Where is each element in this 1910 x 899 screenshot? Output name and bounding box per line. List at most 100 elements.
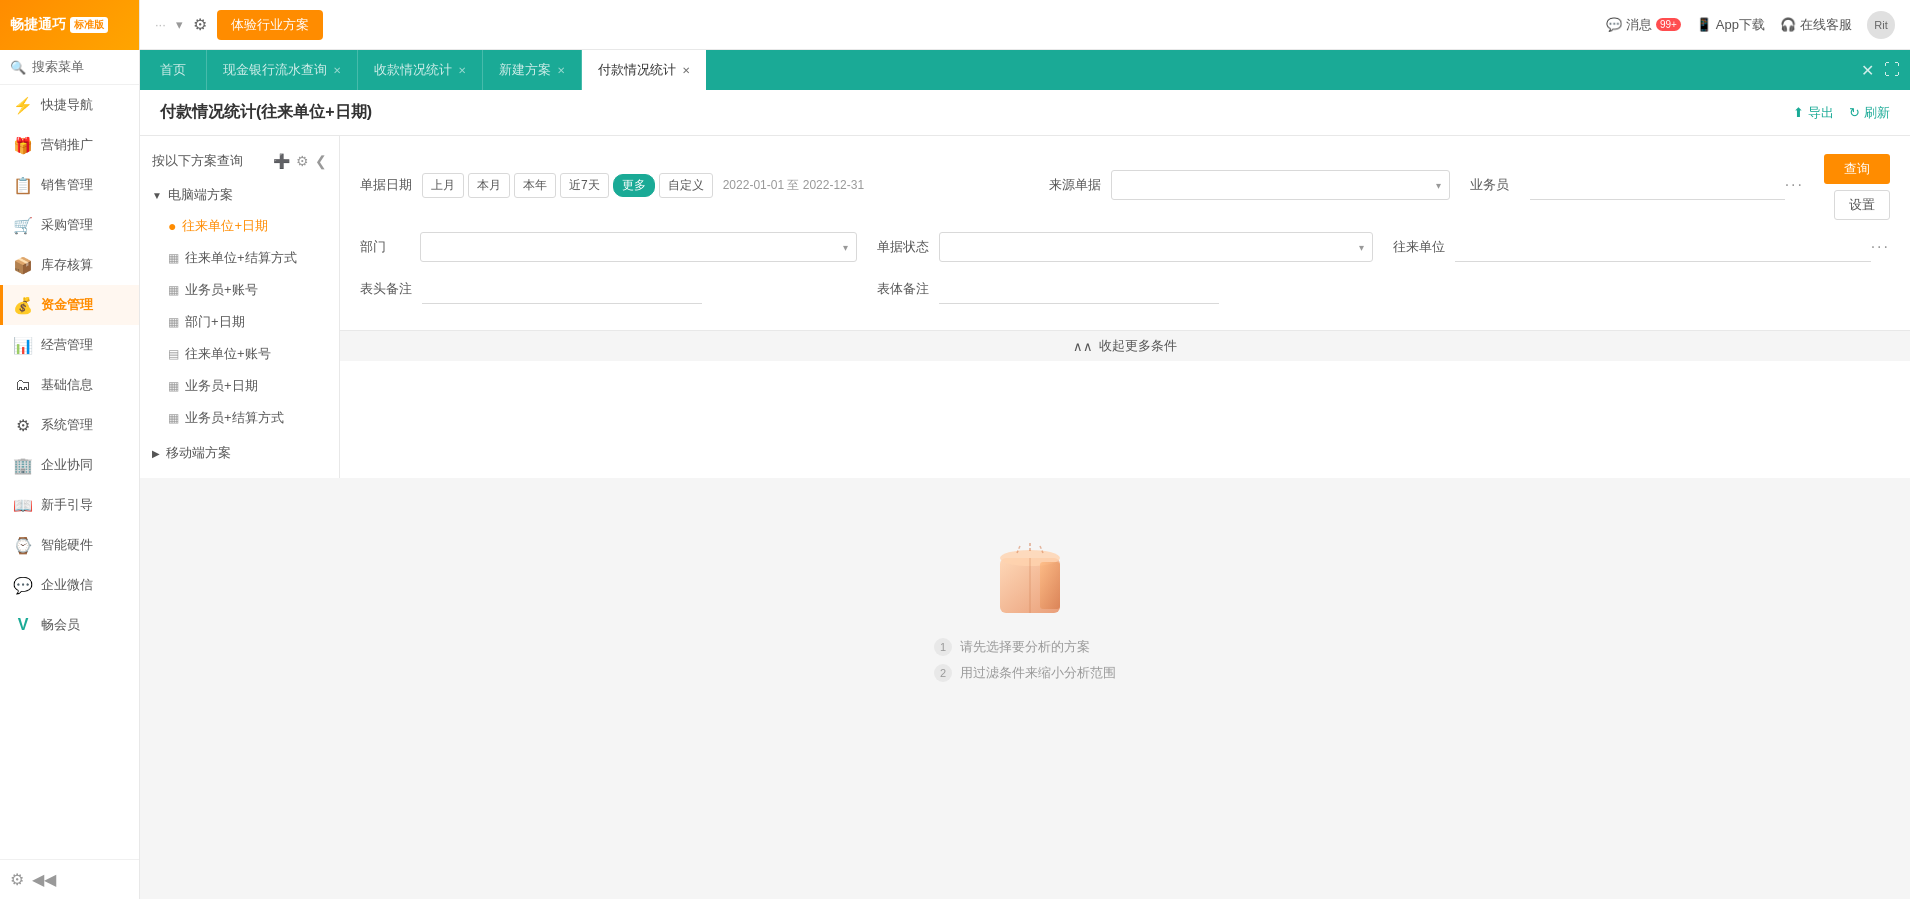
tab-bank-flow-label: 现金银行流水查询 bbox=[223, 61, 327, 79]
chevron-down-icon[interactable]: ▾ bbox=[176, 17, 183, 32]
tab-new-scheme[interactable]: 新建方案 ✕ bbox=[483, 50, 582, 90]
sidebar-search[interactable]: 🔍 搜索菜单 bbox=[0, 50, 139, 85]
staff-input[interactable] bbox=[1530, 170, 1785, 200]
related-unit-label: 往来单位 bbox=[1393, 238, 1445, 256]
staff-more-btn[interactable]: ··· bbox=[1785, 176, 1804, 194]
filter-panel: 按以下方案查询 ➕ ⚙ ❮ ▼ 电脑端方案 ● 往来单位+日期 bbox=[140, 136, 1910, 478]
sidebar-item-sales[interactable]: 📋 销售管理 bbox=[0, 165, 139, 205]
sidebar-item-label: 基础信息 bbox=[41, 376, 93, 394]
scheme-item-label: 部门+日期 bbox=[185, 313, 245, 331]
scheme-item-dept-date[interactable]: ▦ 部门+日期 bbox=[140, 306, 339, 338]
scheme-item-staff-payment[interactable]: ▦ 业务员+结算方式 bbox=[140, 402, 339, 434]
tab-income-stat[interactable]: 收款情况统计 ✕ bbox=[358, 50, 483, 90]
scheme-group-mobile-header[interactable]: ▶ 移动端方案 bbox=[140, 438, 339, 468]
custom-date-btn[interactable]: 自定义 bbox=[659, 173, 713, 198]
scheme-group-mobile: ▶ 移动端方案 bbox=[140, 438, 339, 468]
source-select-arrow: ▾ bbox=[1436, 180, 1441, 191]
close-all-tabs-icon[interactable]: ✕ bbox=[1861, 61, 1874, 80]
sidebar-item-operations[interactable]: 📊 经营管理 bbox=[0, 325, 139, 365]
related-unit-more-btn[interactable]: ··· bbox=[1871, 238, 1890, 256]
dept-select[interactable]: ▾ bbox=[420, 232, 857, 262]
scheme-table-icon: ▦ bbox=[168, 315, 179, 329]
sidebar-item-basic[interactable]: 🗂 基础信息 bbox=[0, 365, 139, 405]
export-label: 导出 bbox=[1808, 104, 1834, 122]
scheme-table-icon: ▦ bbox=[168, 379, 179, 393]
sidebar-item-purchase[interactable]: 🛒 采购管理 bbox=[0, 205, 139, 245]
sidebar-item-hardware[interactable]: ⌚ 智能硬件 bbox=[0, 525, 139, 565]
trial-button[interactable]: 体验行业方案 bbox=[217, 10, 323, 40]
related-unit-input[interactable] bbox=[1455, 232, 1870, 262]
body-note-input[interactable] bbox=[939, 274, 1219, 304]
refresh-label: 刷新 bbox=[1864, 104, 1890, 122]
hardware-icon: ⌚ bbox=[13, 535, 33, 555]
sidebar-item-vip[interactable]: V 畅会员 bbox=[0, 605, 139, 645]
this-year-btn[interactable]: 本年 bbox=[514, 173, 556, 198]
scheme-item-unit-payment[interactable]: ▦ 往来单位+结算方式 bbox=[140, 242, 339, 274]
settings-bottom-icon[interactable]: ⚙ bbox=[10, 870, 24, 889]
collapse-scheme-icon[interactable]: ❮ bbox=[315, 153, 327, 169]
marketing-icon: 🎁 bbox=[13, 135, 33, 155]
hint-label-2: 用过滤条件来缩小分析范围 bbox=[960, 664, 1116, 682]
sidebar-item-inventory[interactable]: 📦 库存核算 bbox=[0, 245, 139, 285]
refresh-button[interactable]: ↻ 刷新 bbox=[1849, 104, 1890, 122]
scheme-item-staff-date[interactable]: ▦ 业务员+日期 bbox=[140, 370, 339, 402]
sidebar-item-label: 快捷导航 bbox=[41, 96, 93, 114]
header-note-input[interactable] bbox=[422, 274, 702, 304]
desktop-group-arrow: ▼ bbox=[152, 190, 162, 201]
last-month-btn[interactable]: 上月 bbox=[422, 173, 464, 198]
tab-bank-flow[interactable]: 现金银行流水查询 ✕ bbox=[207, 50, 358, 90]
sidebar-logo: 畅捷通巧 标准版 bbox=[0, 0, 139, 50]
header-settings-icon[interactable]: ⚙ bbox=[193, 15, 207, 34]
sidebar-item-label: 新手引导 bbox=[41, 496, 93, 514]
user-avatar[interactable]: Rit bbox=[1867, 11, 1895, 39]
tab-new-scheme-close-icon[interactable]: ✕ bbox=[557, 65, 565, 76]
last7days-btn[interactable]: 近7天 bbox=[560, 173, 609, 198]
tab-payment-stat-close-icon[interactable]: ✕ bbox=[682, 65, 690, 76]
scheme-item-staff-account[interactable]: ▦ 业务员+账号 bbox=[140, 274, 339, 306]
message-icon: 💬 bbox=[1606, 17, 1622, 32]
sidebar-item-label: 畅会员 bbox=[41, 616, 80, 634]
page-title: 付款情况统计(往来单位+日期) bbox=[160, 102, 372, 123]
app-download-label: App下载 bbox=[1716, 16, 1765, 34]
scheme-item-unit-account[interactable]: ▤ 往来单位+账号 bbox=[140, 338, 339, 370]
sidebar-item-system[interactable]: ⚙ 系统管理 bbox=[0, 405, 139, 445]
tab-income-stat-close-icon[interactable]: ✕ bbox=[458, 65, 466, 76]
sidebar-item-guide[interactable]: 📖 新手引导 bbox=[0, 485, 139, 525]
source-label: 来源单据 bbox=[1049, 176, 1101, 194]
page-header-actions: ⬆ 导出 ↻ 刷新 bbox=[1793, 104, 1890, 122]
voucher-status-select[interactable]: ▾ bbox=[939, 232, 1374, 262]
query-button[interactable]: 查询 bbox=[1824, 154, 1890, 184]
scheme-table-icon: ▦ bbox=[168, 411, 179, 425]
sidebar-item-label: 经营管理 bbox=[41, 336, 93, 354]
online-service-item[interactable]: 🎧 在线客服 bbox=[1780, 16, 1852, 34]
notifications-item[interactable]: 💬 消息 99+ bbox=[1606, 16, 1681, 34]
collapse-sidebar-icon[interactable]: ◀◀ bbox=[32, 870, 56, 889]
desktop-group-label: 电脑端方案 bbox=[168, 186, 233, 204]
tab-home[interactable]: 首页 bbox=[140, 50, 207, 90]
sidebar-item-quick-nav[interactable]: ⚡ 快捷导航 bbox=[0, 85, 139, 125]
dept-label: 部门 bbox=[360, 238, 410, 256]
tab-payment-stat[interactable]: 付款情况统计 ✕ bbox=[582, 50, 706, 90]
settings-button[interactable]: 设置 bbox=[1834, 190, 1890, 220]
sidebar-item-wechat[interactable]: 💬 企业微信 bbox=[0, 565, 139, 605]
tab-bank-flow-close-icon[interactable]: ✕ bbox=[333, 65, 341, 76]
header-breadcrumb: ··· bbox=[155, 17, 166, 32]
refresh-icon: ↻ bbox=[1849, 105, 1860, 120]
this-month-btn[interactable]: 本月 bbox=[468, 173, 510, 198]
export-button[interactable]: ⬆ 导出 bbox=[1793, 104, 1834, 122]
scheme-group-desktop-header[interactable]: ▼ 电脑端方案 bbox=[140, 180, 339, 210]
sidebar-item-label: 销售管理 bbox=[41, 176, 93, 194]
sidebar-item-marketing[interactable]: 🎁 营销推广 bbox=[0, 125, 139, 165]
scheme-item-unit-date[interactable]: ● 往来单位+日期 bbox=[140, 210, 339, 242]
source-select[interactable]: ▾ bbox=[1111, 170, 1450, 200]
sidebar-item-label: 采购管理 bbox=[41, 216, 93, 234]
settings-scheme-icon[interactable]: ⚙ bbox=[296, 153, 309, 169]
add-scheme-icon[interactable]: ➕ bbox=[273, 153, 290, 169]
sidebar-item-enterprise[interactable]: 🏢 企业协同 bbox=[0, 445, 139, 485]
sidebar-item-fund[interactable]: 💰 资金管理 bbox=[0, 285, 139, 325]
collapse-button[interactable]: ∧∧ 收起更多条件 bbox=[340, 330, 1910, 361]
expand-icon[interactable]: ⛶ bbox=[1884, 61, 1900, 79]
app-download-item[interactable]: 📱 App下载 bbox=[1696, 16, 1765, 34]
more-date-btn[interactable]: 更多 bbox=[613, 174, 655, 197]
top-header: ··· ▾ ⚙ 体验行业方案 💬 消息 99+ 📱 App下载 🎧 在线客服 R… bbox=[140, 0, 1910, 50]
